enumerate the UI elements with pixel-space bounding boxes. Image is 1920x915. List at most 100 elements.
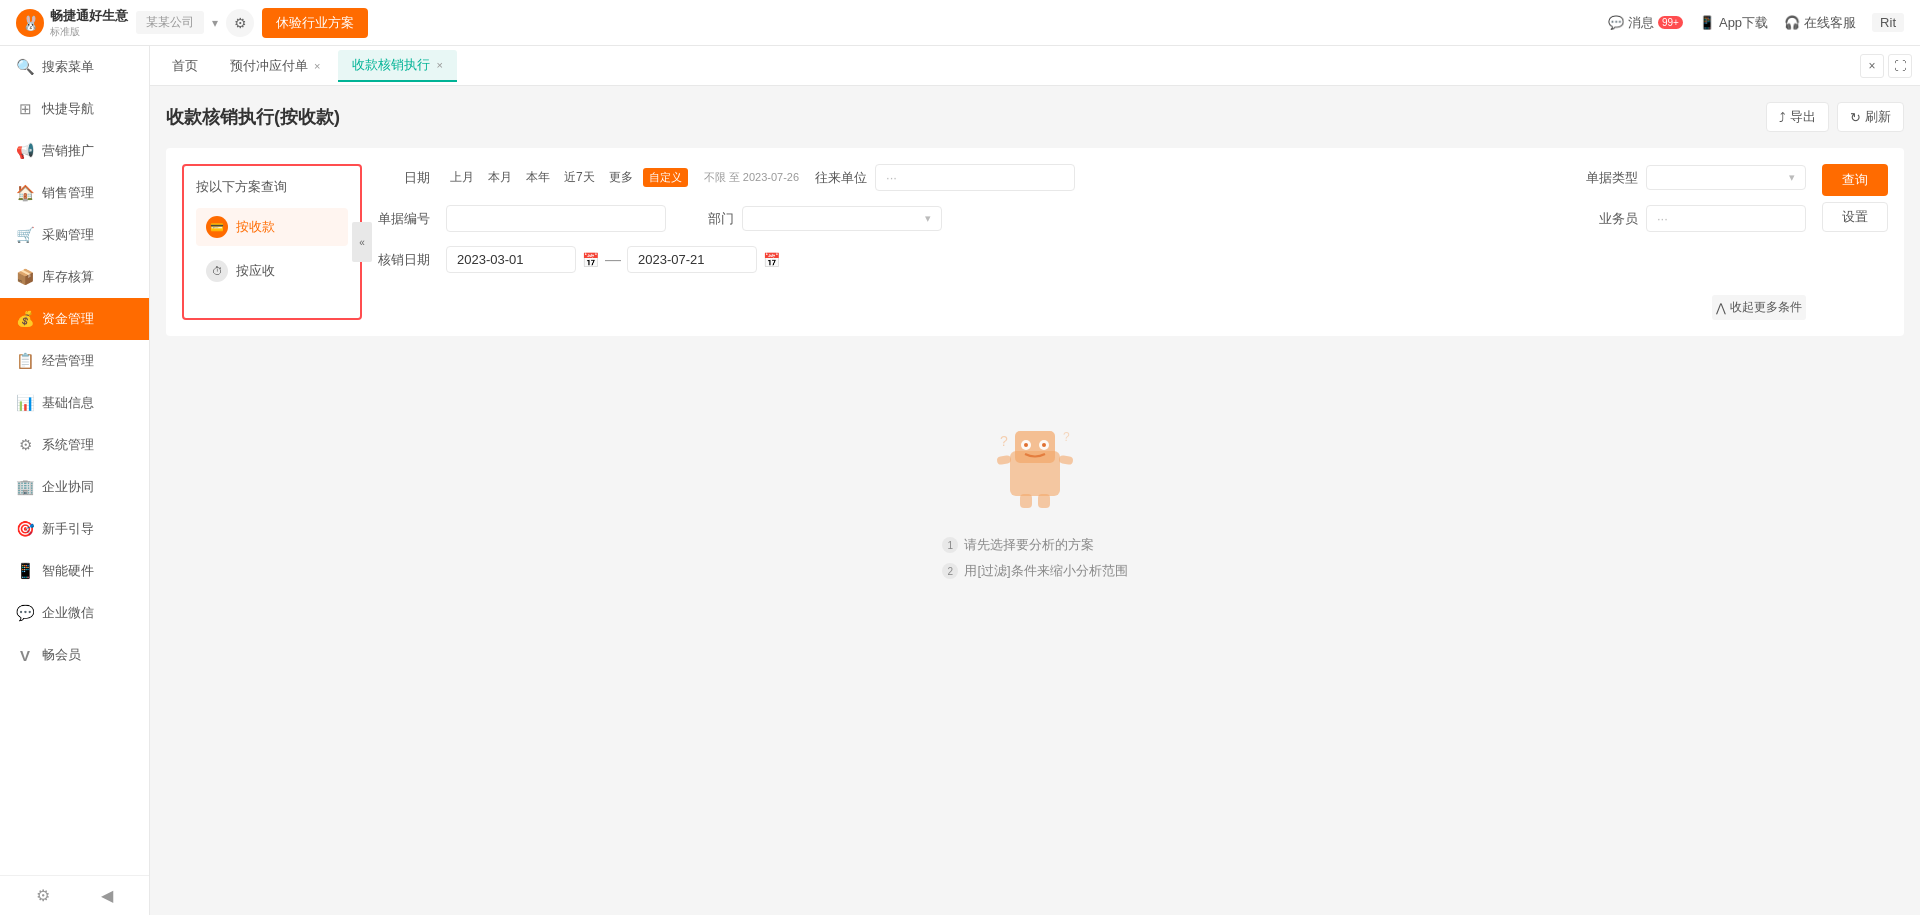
staff-label: 业务员 <box>1586 210 1638 228</box>
verify-date-label: 核销日期 <box>378 251 430 269</box>
topbar: 🐰 畅捷通好生意 标准版 某某公司 ▾ ⚙ 休验行业方案 💬 消息 99+ 📱 … <box>0 0 1920 46</box>
doc-no-input[interactable] <box>446 205 666 232</box>
online-service-btn[interactable]: 🎧 在线客服 <box>1784 14 1856 32</box>
topbar-breadcrumb[interactable]: 某某公司 <box>136 11 204 34</box>
tab-home[interactable]: 首页 <box>158 51 212 81</box>
svg-point-5 <box>1042 443 1046 447</box>
doc-type-label: 单据类型 <box>1586 169 1638 187</box>
tab-close-btn[interactable]: × <box>1860 54 1884 78</box>
calendar-from-icon[interactable]: 📅 <box>582 252 599 268</box>
refresh-btn[interactable]: ↻ 刷新 <box>1837 102 1904 132</box>
doc-type-arrow: ▾ <box>1789 171 1795 184</box>
vendor-select[interactable]: ··· <box>875 164 1075 191</box>
sidebar-item-member[interactable]: V 畅会员 <box>0 634 149 676</box>
verify-date-from-input[interactable] <box>446 246 576 273</box>
doc-type-select[interactable]: ▾ <box>1646 165 1806 190</box>
filter-actions: 查询 设置 <box>1806 164 1888 232</box>
grid-icon: ⊞ <box>16 100 34 118</box>
headset-icon: 🎧 <box>1784 15 1800 30</box>
verify-date-input-group: 📅 — 📅 <box>446 246 780 273</box>
refresh-icon: ↻ <box>1850 110 1861 125</box>
empty-svg: ? ? <box>985 416 1085 516</box>
settings-bottom-icon[interactable]: ⚙ <box>36 886 50 905</box>
filter-option-payment[interactable]: 💳 按收款 <box>196 208 348 246</box>
filter-panel: 按以下方案查询 💳 按收款 ⏱ 按应收 « <box>166 148 1904 336</box>
verify-date-to-input[interactable] <box>627 246 757 273</box>
step-2-num: 2 <box>942 563 958 579</box>
chevron-down-icon[interactable]: ▾ <box>212 16 218 30</box>
date-this-month[interactable]: 本月 <box>484 167 516 188</box>
phone-icon: 📱 <box>1699 15 1715 30</box>
sidebar-item-finance[interactable]: 💰 资金管理 <box>0 298 149 340</box>
calendar-to-icon[interactable]: 📅 <box>763 252 780 268</box>
tab-prepay[interactable]: 预付冲应付单 × <box>216 51 334 81</box>
empty-steps: 1 请先选择要分析的方案 2 用[过滤]条件来缩小分析范围 <box>942 536 1127 588</box>
user-name[interactable]: Rit <box>1872 13 1904 32</box>
inventory-icon: 📦 <box>16 268 34 286</box>
system-icon: ⚙ <box>16 436 34 454</box>
tab-close-prepay[interactable]: × <box>314 60 320 72</box>
messages-btn[interactable]: 💬 消息 99+ <box>1608 14 1683 32</box>
collapse-sidebar-icon[interactable]: ◀ <box>101 886 113 905</box>
message-icon: 💬 <box>1608 15 1624 30</box>
tab-payment-verify[interactable]: 收款核销执行 × <box>338 50 456 82</box>
filter-right-panel: 日期 上月 本月 本年 近7天 更多 自定义 <box>378 164 1888 320</box>
sidebar-item-marketing[interactable]: 📢 营销推广 <box>0 130 149 172</box>
tab-expand-btn[interactable]: ⛶ <box>1888 54 1912 78</box>
svg-rect-6 <box>996 455 1011 465</box>
date-this-year[interactable]: 本年 <box>522 167 554 188</box>
payment-icon: 💳 <box>206 216 228 238</box>
app-download-btn[interactable]: 📱 App下载 <box>1699 14 1768 32</box>
topbar-left: 🐰 畅捷通好生意 标准版 某某公司 ▾ ⚙ 休验行业方案 <box>16 7 368 39</box>
logo-text: 畅捷通好生意 标准版 <box>50 7 128 39</box>
svg-rect-9 <box>1038 494 1050 508</box>
main-layout: 🔍 搜索菜单 ⊞ 快捷导航 📢 营销推广 🏠 销售管理 🛒 采购管理 📦 库存核… <box>0 46 1920 915</box>
hardware-icon: 📱 <box>16 562 34 580</box>
sidebar-item-enterprise[interactable]: 🏢 企业协同 <box>0 466 149 508</box>
date-custom-badge[interactable]: 自定义 <box>643 168 688 187</box>
sidebar-item-hardware[interactable]: 📱 智能硬件 <box>0 550 149 592</box>
sidebar-item-purchase[interactable]: 🛒 采购管理 <box>0 214 149 256</box>
gear-icon[interactable]: ⚙ <box>226 9 254 37</box>
enterprise-icon: 🏢 <box>16 478 34 496</box>
query-btn[interactable]: 查询 <box>1822 164 1888 196</box>
dept-arrow: ▾ <box>925 212 931 225</box>
purchase-icon: 🛒 <box>16 226 34 244</box>
sidebar-item-basic-info[interactable]: 📊 基础信息 <box>0 382 149 424</box>
collapse-more-icon: ⋀ <box>1716 301 1726 315</box>
logo-area: 🐰 畅捷通好生意 标准版 <box>16 7 128 39</box>
export-btn[interactable]: ⤴ 导出 <box>1766 102 1829 132</box>
filter-left-panel: 按以下方案查询 💳 按收款 ⏱ 按应收 « <box>182 164 362 320</box>
dept-select[interactable]: ▾ <box>742 206 942 231</box>
operations-icon: 📋 <box>16 352 34 370</box>
collapse-left-btn[interactable]: « <box>352 222 372 262</box>
sidebar-item-search[interactable]: 🔍 搜索菜单 <box>0 46 149 88</box>
topbar-right: 💬 消息 99+ 📱 App下载 🎧 在线客服 Rit <box>1608 13 1904 32</box>
date-no-limit: 不限 至 2023-07-26 <box>704 170 799 185</box>
sidebar-item-guide[interactable]: 🎯 新手引导 <box>0 508 149 550</box>
content-area: 首页 预付冲应付单 × 收款核销执行 × × ⛶ 收款核销执行(按收款) <box>150 46 1920 915</box>
sidebar-item-operations[interactable]: 📋 经营管理 <box>0 340 149 382</box>
tab-close-payment-verify[interactable]: × <box>436 59 442 71</box>
tab-bar: 首页 预付冲应付单 × 收款核销执行 × × ⛶ <box>150 46 1920 86</box>
sidebar-item-inventory[interactable]: 📦 库存核算 <box>0 256 149 298</box>
sidebar-item-sales[interactable]: 🏠 销售管理 <box>0 172 149 214</box>
date-last-month[interactable]: 上月 <box>446 167 478 188</box>
svg-rect-8 <box>1020 494 1032 508</box>
page-actions: ⤴ 导出 ↻ 刷新 <box>1766 102 1904 132</box>
svg-rect-7 <box>1058 455 1073 465</box>
filter-settings-btn[interactable]: 设置 <box>1822 202 1888 232</box>
sidebar-item-quicknav[interactable]: ⊞ 快捷导航 <box>0 88 149 130</box>
staff-select[interactable]: ··· <box>1646 205 1806 232</box>
sidebar-item-system[interactable]: ⚙ 系统管理 <box>0 424 149 466</box>
date-7days[interactable]: 近7天 <box>560 167 599 188</box>
svg-text:?: ? <box>1000 433 1008 449</box>
page-title: 收款核销执行(按收款) <box>166 105 340 129</box>
date-more[interactable]: 更多 <box>605 167 637 188</box>
wechat-icon: 💬 <box>16 604 34 622</box>
collapse-more-btn[interactable]: ⋀ 收起更多条件 <box>1712 295 1806 320</box>
filter-option-receivable[interactable]: ⏱ 按应收 <box>196 252 348 290</box>
industry-btn[interactable]: 休验行业方案 <box>262 8 368 38</box>
sidebar-item-wechat[interactable]: 💬 企业微信 <box>0 592 149 634</box>
sidebar-bottom: ⚙ ◀ <box>0 875 149 915</box>
